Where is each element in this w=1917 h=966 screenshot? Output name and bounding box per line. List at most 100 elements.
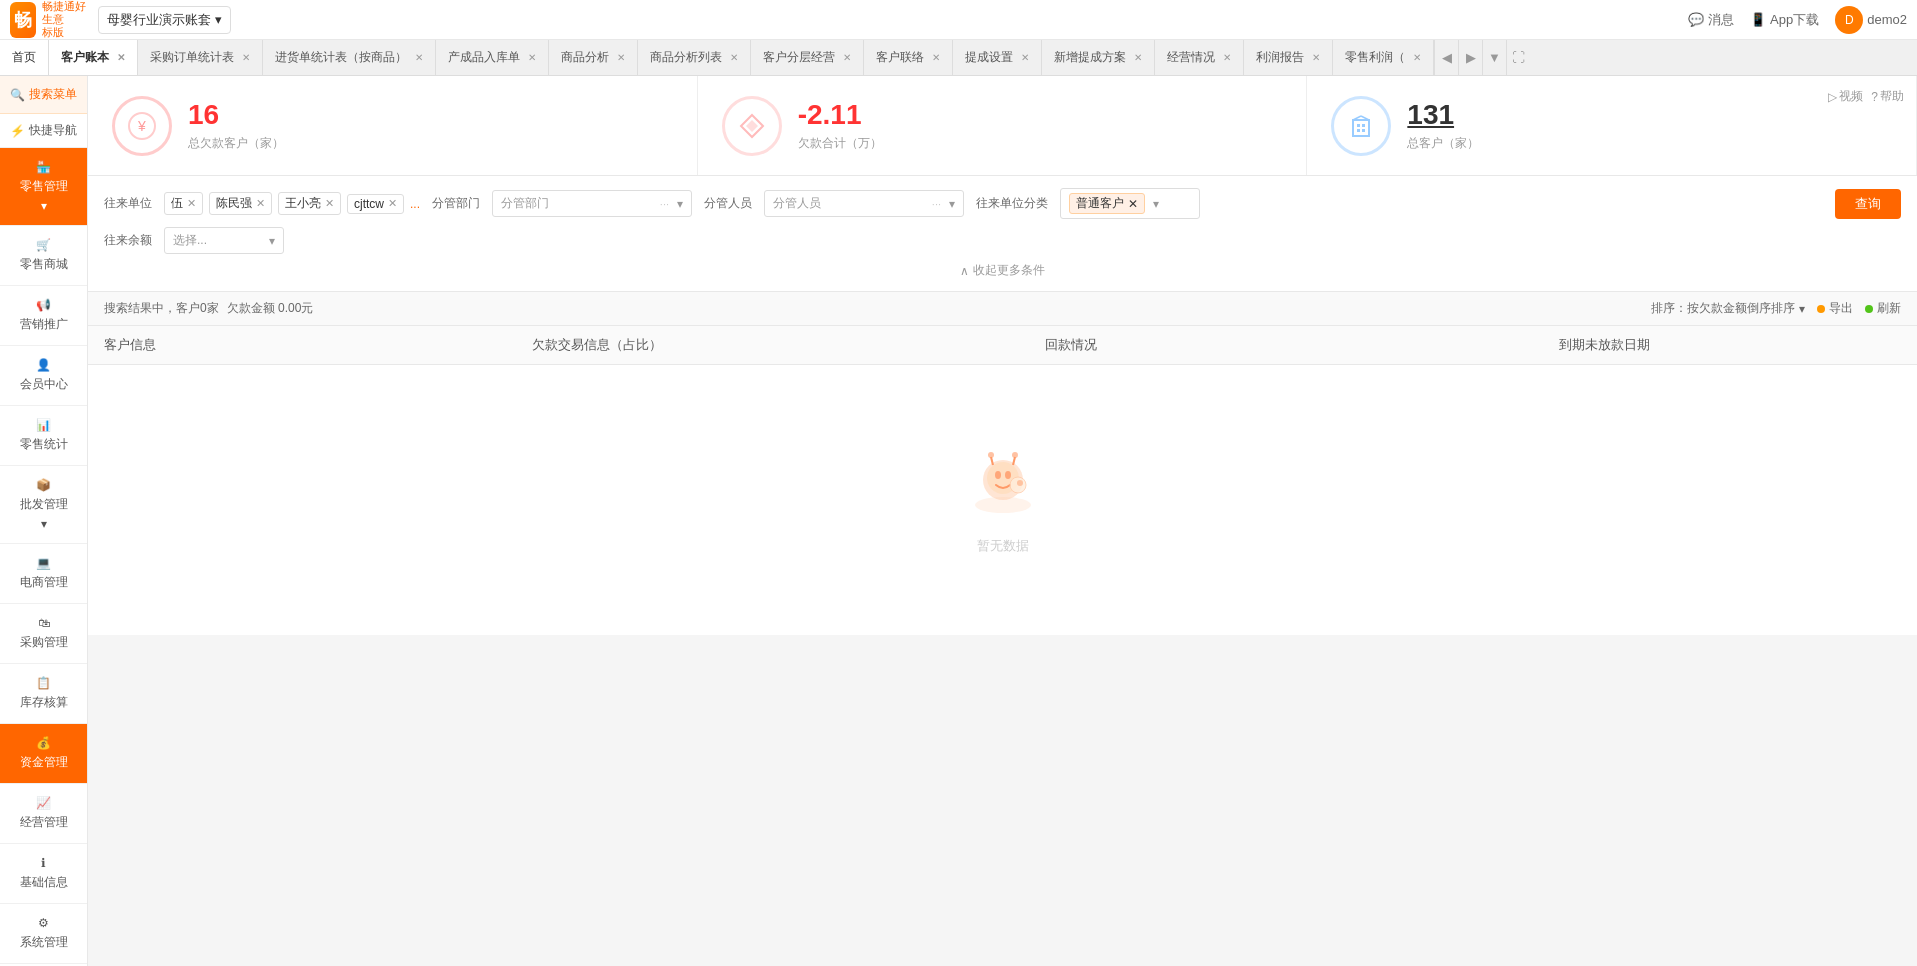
dept-more-icon: ··· xyxy=(660,198,669,210)
yen-icon: ¥ xyxy=(128,112,156,140)
tab-close-icon[interactable]: ✕ xyxy=(1021,52,1029,63)
col-debt-header: 欠款交易信息（占比） xyxy=(532,336,1045,354)
tab-close-icon[interactable]: ✕ xyxy=(528,52,536,63)
svg-point-19 xyxy=(1012,452,1018,458)
sidebar-item-ecommerce[interactable]: 💻 电商管理 xyxy=(0,544,87,604)
help-btn[interactable]: ? 帮助 xyxy=(1871,88,1904,105)
unit-tag-3: 王小亮 ✕ xyxy=(278,192,341,215)
sort-select[interactable]: 排序：按欠款金额倒序排序 ▾ xyxy=(1651,300,1805,317)
sidebar-wholesale-label: 批发管理 xyxy=(20,496,68,513)
stat-number-total: -2.11 xyxy=(798,99,882,131)
tab-customer-layer[interactable]: 客户分层经营 ✕ xyxy=(751,40,864,76)
stat-label-customers: 总客户（家） xyxy=(1407,135,1479,152)
retail-stat-icon: 📊 xyxy=(36,418,51,432)
table-header: 客户信息 欠款交易信息（占比） 回款情况 到期未放款日期 xyxy=(88,326,1917,365)
sidebar-item-stock[interactable]: 📋 库存核算 xyxy=(0,664,87,724)
sidebar-item-operation[interactable]: 📈 经营管理 xyxy=(0,784,87,844)
tab-fullscreen-btn[interactable]: ⛶ xyxy=(1506,40,1530,76)
remainder-arrow-icon: ▾ xyxy=(269,234,275,248)
tab-profit[interactable]: 利润报告 ✕ xyxy=(1244,40,1333,76)
sidebar-arrow-icon: ▾ xyxy=(41,199,47,213)
tab-close-icon[interactable]: ✕ xyxy=(843,52,851,63)
tab-goods-list[interactable]: 商品分析列表 ✕ xyxy=(638,40,751,76)
sidebar-item-wholesale[interactable]: 📦 批发管理 ▾ xyxy=(0,466,87,544)
tab-home[interactable]: 首页 xyxy=(0,40,49,76)
sidebar-item-finance[interactable]: 💰 资金管理 xyxy=(0,724,87,784)
tab-close-icon[interactable]: ✕ xyxy=(1134,52,1142,63)
svg-marker-3 xyxy=(746,120,758,132)
sidebar-retail-label: 零售管理 xyxy=(20,178,68,195)
tag-close-1[interactable]: ✕ xyxy=(187,197,196,210)
basic-info-icon: ℹ xyxy=(41,856,46,870)
export-label: 导出 xyxy=(1829,300,1853,317)
tag-close-3[interactable]: ✕ xyxy=(325,197,334,210)
tab-collapse-btn[interactable]: ▼ xyxy=(1482,40,1506,76)
tab-close-icon[interactable]: ✕ xyxy=(117,52,125,63)
video-btn[interactable]: ▷ 视频 xyxy=(1828,88,1863,105)
tab-close-icon[interactable]: ✕ xyxy=(242,52,250,63)
message-btn[interactable]: 💬 消息 xyxy=(1688,11,1734,29)
tab-close-icon[interactable]: ✕ xyxy=(932,52,940,63)
sidebar-item-retail[interactable]: 🏪 零售管理 ▾ xyxy=(0,148,87,226)
stat-number-debt: 16 xyxy=(188,99,284,131)
stat-info-debt: 16 总欠款客户（家） xyxy=(188,99,284,152)
tab-add-commission[interactable]: 新增提成方案 ✕ xyxy=(1042,40,1155,76)
workspace-selector[interactable]: 母婴行业演示账套 ▾ xyxy=(98,6,231,34)
sidebar-item-retail-stat[interactable]: 📊 零售统计 xyxy=(0,406,87,466)
sidebar-search[interactable]: 🔍 搜索菜单 xyxy=(0,76,87,114)
tab-close-icon[interactable]: ✕ xyxy=(617,52,625,63)
tab-close-icon[interactable]: ✕ xyxy=(415,52,423,63)
unit-class-tag-close[interactable]: ✕ xyxy=(1128,197,1138,211)
svg-point-14 xyxy=(995,471,1001,479)
unit-class-select[interactable]: 普通客户 ✕ ▾ xyxy=(1060,188,1200,219)
tab-close-icon[interactable]: ✕ xyxy=(1413,52,1421,63)
help-icon: ? xyxy=(1871,90,1878,104)
result-actions: 排序：按欠款金额倒序排序 ▾ 导出 刷新 xyxy=(1651,300,1901,317)
tab-close-icon[interactable]: ✕ xyxy=(1312,52,1320,63)
tab-commission[interactable]: 提成设置 ✕ xyxy=(953,40,1042,76)
tag-close-4[interactable]: ✕ xyxy=(388,197,397,210)
tab-operation[interactable]: 经营情况 ✕ xyxy=(1155,40,1244,76)
person-select[interactable]: 分管人员 ··· ▾ xyxy=(764,190,964,217)
tab-product-in[interactable]: 产成品入库单 ✕ xyxy=(436,40,549,76)
empty-icon xyxy=(963,445,1043,525)
empty-state: 暂无数据 xyxy=(88,365,1917,635)
user-area[interactable]: D demo2 xyxy=(1835,6,1907,34)
tab-close-icon[interactable]: ✕ xyxy=(730,52,738,63)
empty-text: 暂无数据 xyxy=(977,537,1029,555)
sidebar-item-system[interactable]: ⚙ 系统管理 xyxy=(0,904,87,964)
tab-close-icon[interactable]: ✕ xyxy=(1223,52,1231,63)
tab-customer-contact[interactable]: 客户联络 ✕ xyxy=(864,40,953,76)
person-more-icon: ··· xyxy=(932,198,941,210)
unit-tag-1: 伍 ✕ xyxy=(164,192,203,215)
sidebar-retail-stat-label: 零售统计 xyxy=(20,436,68,453)
remainder-select[interactable]: 选择... ▾ xyxy=(164,227,284,254)
tab-purchase-order[interactable]: 采购订单统计表 ✕ xyxy=(138,40,263,76)
dept-select[interactable]: 分管部门 ··· ▾ xyxy=(492,190,692,217)
sidebar-item-purchase[interactable]: 🛍 采购管理 xyxy=(0,604,87,664)
quick-nav-icon: ⚡ xyxy=(10,124,25,138)
sidebar-item-retail-shop[interactable]: 🛒 零售商城 xyxy=(0,226,87,286)
sidebar-quick-nav[interactable]: ⚡ 快捷导航 xyxy=(0,114,87,148)
tab-prev-btn[interactable]: ◀ xyxy=(1434,40,1458,76)
collapse-btn[interactable]: ∧ 收起更多条件 xyxy=(104,262,1901,279)
refresh-label: 刷新 xyxy=(1877,300,1901,317)
export-btn[interactable]: 导出 xyxy=(1817,300,1853,317)
more-tags-btn[interactable]: ... xyxy=(410,197,420,211)
logo-text: 畅捷通好生意 标版 xyxy=(42,0,90,39)
sidebar-item-marketing[interactable]: 📢 营销推广 xyxy=(0,286,87,346)
refresh-btn[interactable]: 刷新 xyxy=(1865,300,1901,317)
home-tab-label: 首页 xyxy=(12,49,36,66)
tab-goods-analysis[interactable]: 商品分析 ✕ xyxy=(549,40,638,76)
svg-rect-4 xyxy=(1353,120,1369,136)
tab-customer-account[interactable]: 客户账本 ✕ xyxy=(49,40,138,76)
query-button[interactable]: 查询 xyxy=(1835,189,1901,219)
app-download-btn[interactable]: 📱 App下载 xyxy=(1750,11,1819,29)
tab-stock-stat[interactable]: 进货单统计表（按商品） ✕ xyxy=(263,40,436,76)
tab-purchase-label: 采购订单统计表 xyxy=(150,49,234,66)
tab-retail-profit[interactable]: 零售利润（ ✕ xyxy=(1333,40,1434,76)
sidebar-item-basic-info[interactable]: ℹ 基础信息 xyxy=(0,844,87,904)
tag-close-2[interactable]: ✕ xyxy=(256,197,265,210)
tab-next-btn[interactable]: ▶ xyxy=(1458,40,1482,76)
sidebar-item-member[interactable]: 👤 会员中心 xyxy=(0,346,87,406)
